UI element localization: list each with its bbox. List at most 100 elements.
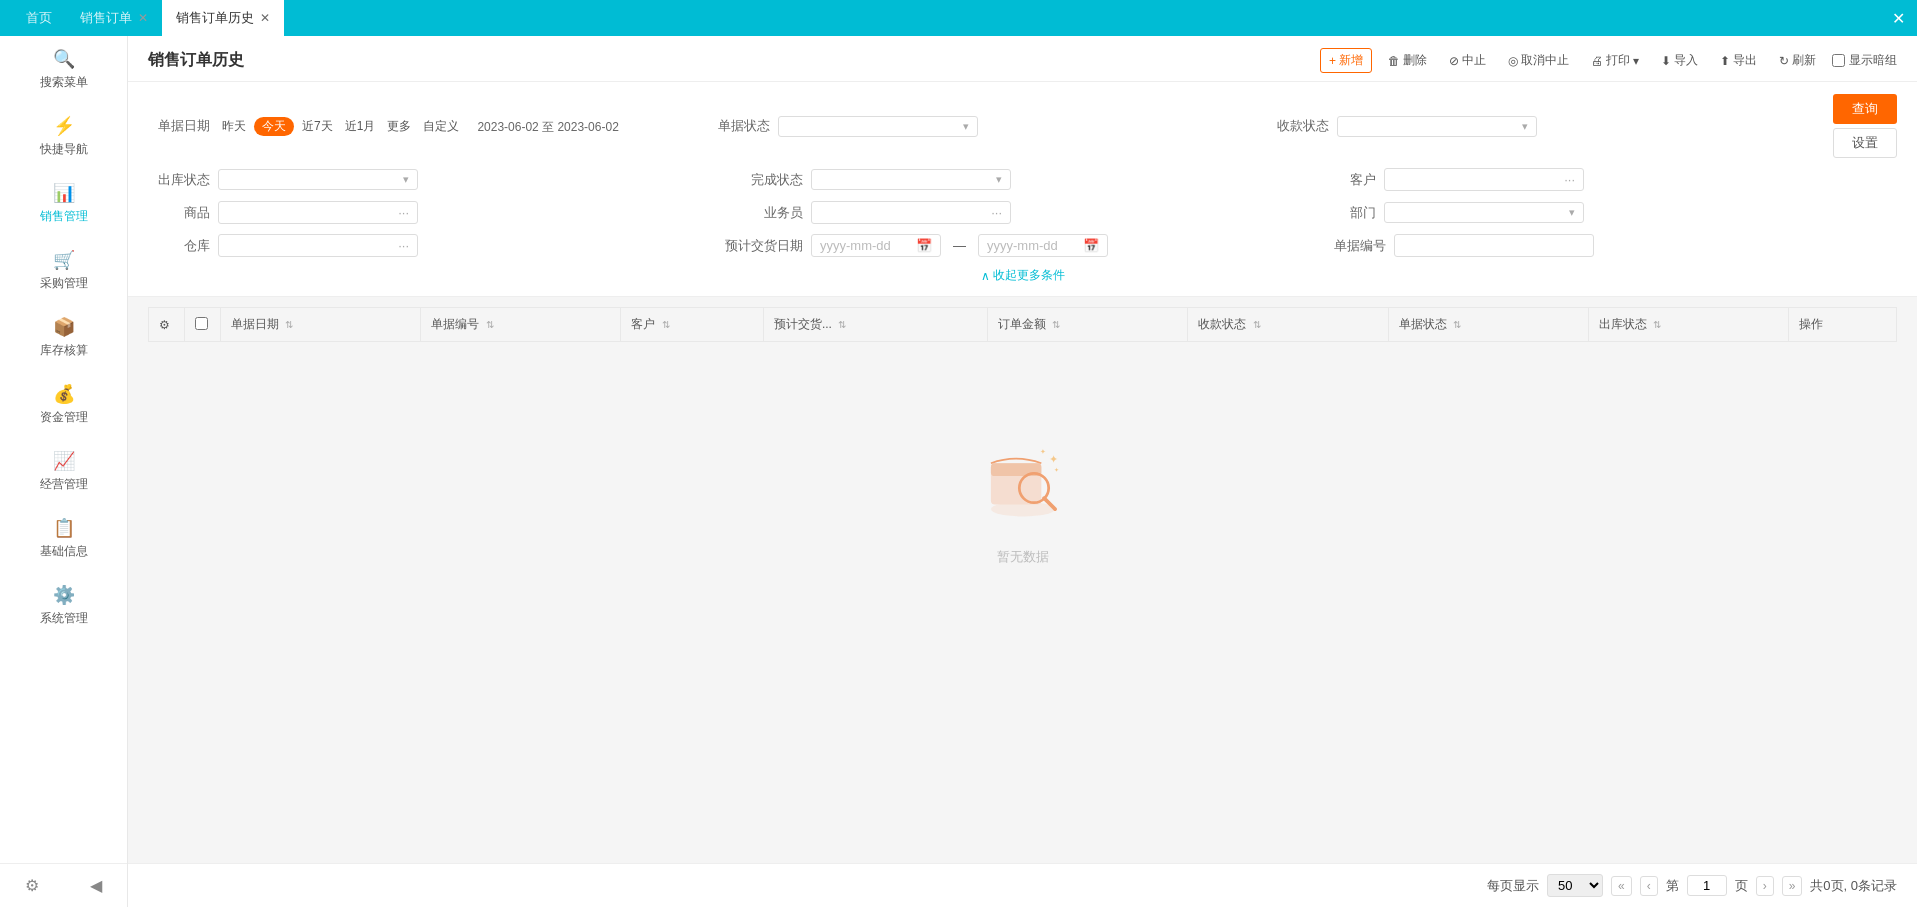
doc-number-input[interactable] <box>1394 234 1594 257</box>
warehouse-dots[interactable]: ··· <box>398 238 409 253</box>
col-customer: 客户 ⇅ <box>621 308 764 342</box>
sidebar-item-ops-mgmt-label: 经营管理 <box>40 476 88 493</box>
col-number-label: 单据编号 <box>431 317 479 331</box>
refresh-button[interactable]: ↻ 刷新 <box>1773 48 1822 73</box>
print-button[interactable]: 🖨 打印 ▾ <box>1585 48 1645 73</box>
date-btn-custom[interactable]: 自定义 <box>419 117 463 136</box>
tab-sales-order-history[interactable]: 销售订单历史 ✕ <box>162 0 284 36</box>
col-doc-status-label: 单据状态 <box>1399 317 1447 331</box>
collapse-button[interactable]: ∧ 收起更多条件 <box>981 267 1065 284</box>
basic-info-icon: 📋 <box>53 517 75 539</box>
sidebar-item-ops-mgmt[interactable]: 📈 经营管理 <box>0 438 127 505</box>
delivery-date-from[interactable]: yyyy-mm-dd 📅 <box>811 234 941 257</box>
col-date-sort[interactable]: ⇅ <box>285 319 293 330</box>
current-page-input[interactable] <box>1687 875 1727 896</box>
display-cols-checkbox[interactable] <box>1832 54 1845 67</box>
col-delivery-date-sort[interactable]: ⇅ <box>838 319 846 330</box>
sidebar-item-quick-nav[interactable]: ⚡ 快捷导航 <box>0 103 127 170</box>
col-checkbox <box>185 308 221 342</box>
cancel-stop-button[interactable]: ◎ 取消中止 <box>1502 48 1575 73</box>
col-action-label: 操作 <box>1799 317 1823 331</box>
payment-status-select[interactable]: ▾ <box>1337 116 1537 137</box>
tab-sales-order[interactable]: 销售订单 ✕ <box>66 0 162 36</box>
export-icon: ⬆ <box>1720 54 1730 68</box>
sidebar-item-inventory-calc[interactable]: 📦 库存核算 <box>0 304 127 371</box>
collapse-section: ∧ 收起更多条件 <box>148 267 1897 284</box>
filter-area: 单据日期 昨天 今天 近7天 近1月 更多 自定义 2023-06-02 至 2… <box>128 82 1917 297</box>
sidebar-item-sales-mgmt-label: 销售管理 <box>40 208 88 225</box>
query-button[interactable]: 查询 <box>1833 94 1897 124</box>
empty-state: ✦ ✦ ✦ 暂无数据 <box>148 342 1897 646</box>
settings-button[interactable]: 设置 <box>1833 128 1897 158</box>
col-number-sort[interactable]: ⇅ <box>486 319 494 330</box>
tab-sales-order-history-close[interactable]: ✕ <box>260 11 270 25</box>
new-button[interactable]: + 新增 <box>1320 48 1372 73</box>
sidebar-item-purchase-mgmt[interactable]: 🛒 采购管理 <box>0 237 127 304</box>
tab-sales-order-close[interactable]: ✕ <box>138 11 148 25</box>
doc-status-chevron: ▾ <box>963 120 969 133</box>
delete-button[interactable]: 🗑 删除 <box>1382 48 1433 73</box>
col-delivery-date-label: 预计交货... <box>774 317 832 331</box>
delivery-date-to[interactable]: yyyy-mm-dd 📅 <box>978 234 1108 257</box>
sidebar-collapse-icon[interactable]: ◀ <box>90 876 102 895</box>
collapse-chevron-icon: ∧ <box>981 269 990 283</box>
col-payment-status: 收款状态 ⇅ <box>1188 308 1388 342</box>
delivery-status-label: 出库状态 <box>148 171 218 189</box>
doc-status-label: 单据状态 <box>698 117 778 135</box>
salesperson-dots[interactable]: ··· <box>991 205 1002 220</box>
prev-page-button[interactable]: ‹ <box>1640 876 1658 896</box>
svg-text:✦: ✦ <box>1039 447 1045 456</box>
delete-label: 删除 <box>1403 52 1427 69</box>
page-word-suffix: 页 <box>1735 877 1748 895</box>
date-btn-today[interactable]: 今天 <box>254 117 294 136</box>
sidebar-item-search-menu[interactable]: 🔍 搜索菜单 <box>0 36 127 103</box>
col-payment-status-sort[interactable]: ⇅ <box>1253 319 1261 330</box>
print-dropdown-icon: ▾ <box>1633 54 1639 68</box>
sidebar-settings-icon[interactable]: ⚙ <box>25 876 39 895</box>
date-btn-yesterday[interactable]: 昨天 <box>218 117 250 136</box>
import-button[interactable]: ⬇ 导入 <box>1655 48 1704 73</box>
sidebar-item-fund-mgmt[interactable]: 💰 资金管理 <box>0 371 127 438</box>
col-settings-icon[interactable]: ⚙ <box>159 318 170 332</box>
first-page-button[interactable]: « <box>1611 876 1632 896</box>
next-page-button[interactable]: › <box>1756 876 1774 896</box>
import-icon: ⬇ <box>1661 54 1671 68</box>
refresh-label: 刷新 <box>1792 52 1816 69</box>
dept-select[interactable]: ▾ <box>1384 202 1584 223</box>
sidebar-item-sales-mgmt[interactable]: 📊 销售管理 <box>0 170 127 237</box>
window-close-icon[interactable]: ✕ <box>1892 9 1905 28</box>
doc-status-select[interactable]: ▾ <box>778 116 978 137</box>
salesperson-field: ··· <box>811 201 1324 224</box>
sidebar-item-basic-info[interactable]: 📋 基础信息 <box>0 505 127 572</box>
sidebar-item-fund-mgmt-label: 资金管理 <box>40 409 88 426</box>
collapse-label: 收起更多条件 <box>993 267 1065 284</box>
date-btn-more[interactable]: 更多 <box>383 117 415 136</box>
date-btn-7days[interactable]: 近7天 <box>298 117 337 136</box>
display-cols-toggle[interactable]: 显示暗组 <box>1832 52 1897 69</box>
filter-row-1: 单据日期 昨天 今天 近7天 近1月 更多 自定义 2023-06-02 至 2… <box>148 94 1897 158</box>
col-delivery-status-sort[interactable]: ⇅ <box>1653 319 1661 330</box>
col-amount-sort[interactable]: ⇅ <box>1052 319 1060 330</box>
filter-row-3: 商品 ··· 业务员 ··· 部门 <box>148 201 1897 224</box>
delivery-status-select[interactable]: ▾ <box>218 169 418 190</box>
sidebar-item-inventory-calc-label: 库存核算 <box>40 342 88 359</box>
customer-field: ··· <box>1384 168 1897 191</box>
page-size-select[interactable]: 50 10 20 100 <box>1547 874 1603 897</box>
export-button[interactable]: ⬆ 导出 <box>1714 48 1763 73</box>
sidebar-item-sys-mgmt[interactable]: ⚙️ 系统管理 <box>0 572 127 639</box>
sales-mgmt-icon: 📊 <box>53 182 75 204</box>
col-doc-status-sort[interactable]: ⇅ <box>1453 319 1461 330</box>
col-customer-sort[interactable]: ⇅ <box>662 319 670 330</box>
product-dots[interactable]: ··· <box>398 205 409 220</box>
select-all-checkbox[interactable] <box>195 317 208 330</box>
customer-dots[interactable]: ··· <box>1564 172 1575 187</box>
delivery-date-from-value: yyyy-mm-dd <box>820 238 891 253</box>
last-page-button[interactable]: » <box>1782 876 1803 896</box>
tab-home[interactable]: 首页 <box>12 0 66 36</box>
doc-date-field: 昨天 今天 近7天 近1月 更多 自定义 2023-06-02 至 2023-0… <box>218 117 698 136</box>
date-btn-1month[interactable]: 近1月 <box>341 117 380 136</box>
complete-status-select[interactable]: ▾ <box>811 169 1011 190</box>
sidebar-item-purchase-mgmt-label: 采购管理 <box>40 275 88 292</box>
page-word-label: 第 <box>1666 877 1679 895</box>
stop-button[interactable]: ⊘ 中止 <box>1443 48 1492 73</box>
